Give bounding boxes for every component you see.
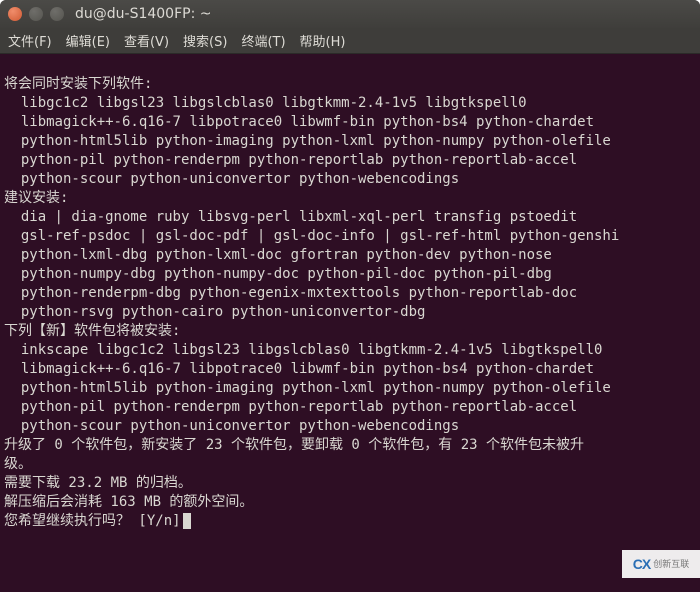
new-line: libmagick++-6.q16-7 libpotrace0 libwmf-b… — [4, 360, 696, 379]
new-line: python-pil python-renderpm python-report… — [4, 398, 696, 417]
suggested-line: python-renderpm-dbg python-egenix-mxtext… — [4, 284, 696, 303]
maximize-icon[interactable] — [50, 7, 64, 21]
watermark-logo: CX — [633, 555, 650, 574]
menu-terminal[interactable]: 终端(T) — [241, 31, 285, 50]
titlebar: du@du-S1400FP: ~ — [0, 0, 700, 28]
menu-file[interactable]: 文件(F) — [8, 31, 52, 50]
minimize-icon[interactable] — [29, 7, 43, 21]
disk-line: 解压缩后会消耗 163 MB 的额外空间。 — [4, 494, 253, 510]
menu-search[interactable]: 搜索(S) — [183, 31, 227, 50]
suggested-line: python-numpy-dbg python-numpy-doc python… — [4, 265, 696, 284]
new-line: python-scour python-uniconvertor python-… — [4, 417, 696, 436]
watermark: CX 创新互联 — [622, 550, 700, 578]
extra-line: python-pil python-renderpm python-report… — [4, 151, 696, 170]
extra-line: libgc1c2 libgsl23 libgslcblas0 libgtkmm-… — [4, 94, 696, 113]
confirm-prompt: 您希望继续执行吗？ [Y/n] — [4, 513, 181, 529]
cursor-icon — [183, 513, 191, 529]
suggested-line: python-lxml-dbg python-lxml-doc gfortran… — [4, 246, 696, 265]
watermark-text: 创新互联 — [653, 555, 689, 574]
extra-line: python-scour python-uniconvertor python-… — [4, 170, 696, 189]
window-title: du@du-S1400FP: ~ — [75, 6, 211, 22]
section-suggested-header: 建议安装: — [4, 190, 68, 206]
suggested-line: python-rsvg python-cairo python-uniconve… — [4, 303, 696, 322]
section-new-header: 下列【新】软件包将被安装: — [4, 323, 180, 339]
menu-help[interactable]: 帮助(H) — [300, 31, 346, 50]
terminal-window: du@du-S1400FP: ~ 文件(F) 编辑(E) 查看(V) 搜索(S)… — [0, 0, 700, 592]
suggested-line: gsl-ref-psdoc | gsl-doc-pdf | gsl-doc-in… — [4, 227, 696, 246]
menu-edit[interactable]: 编辑(E) — [66, 31, 110, 50]
new-line: inkscape libgc1c2 libgsl23 libgslcblas0 … — [4, 341, 696, 360]
new-line: python-html5lib python-imaging python-lx… — [4, 379, 696, 398]
menubar: 文件(F) 编辑(E) 查看(V) 搜索(S) 终端(T) 帮助(H) — [0, 28, 700, 54]
extra-line: libmagick++-6.q16-7 libpotrace0 libwmf-b… — [4, 113, 696, 132]
summary-line: 级。 — [4, 456, 32, 472]
terminal-output[interactable]: 将会同时安装下列软件: libgc1c2 libgsl23 libgslcbla… — [0, 54, 700, 592]
download-line: 需要下载 23.2 MB 的归档。 — [4, 475, 192, 491]
extra-line: python-html5lib python-imaging python-lx… — [4, 132, 696, 151]
suggested-line: dia | dia-gnome ruby libsvg-perl libxml-… — [4, 208, 696, 227]
summary-line: 升级了 0 个软件包，新安装了 23 个软件包，要卸载 0 个软件包，有 23 … — [4, 437, 584, 453]
section-extra-header: 将会同时安装下列软件: — [4, 76, 152, 92]
close-icon[interactable] — [8, 7, 22, 21]
menu-view[interactable]: 查看(V) — [124, 31, 169, 50]
